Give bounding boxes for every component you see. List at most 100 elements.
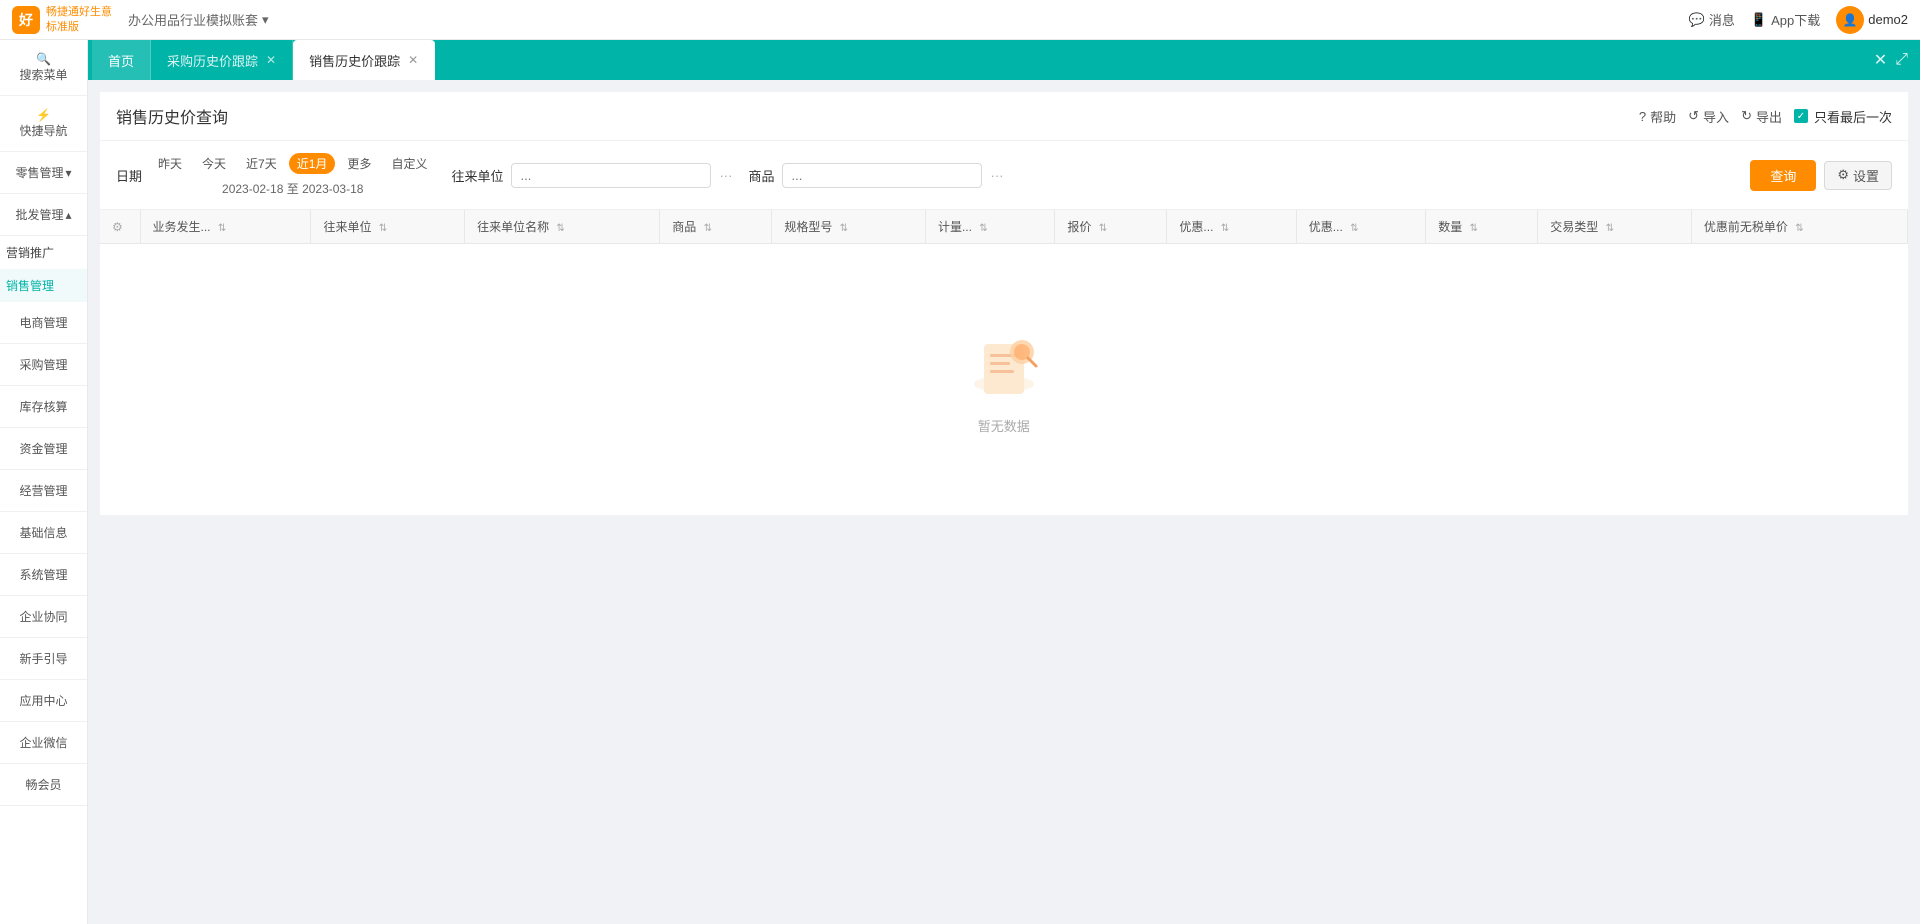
tab-purchase[interactable]: 采购历史价跟踪 ✕ — [151, 40, 293, 80]
date-btn-custom[interactable]: 自定义 — [383, 153, 435, 174]
date-btn-1month[interactable]: 近1月 — [289, 153, 336, 174]
date-range: 2023-02-18 至 2023-03-18 — [222, 180, 363, 197]
app-container: 好 畅捷通好生意 标准版 办公用品行业模拟账套 ▾ 💬 消息 📱 App下载 — [0, 0, 1920, 924]
query-button[interactable]: 查询 — [1750, 160, 1816, 191]
date-btn-yesterday[interactable]: 昨天 — [150, 153, 190, 174]
only-last-checkbox[interactable]: ✓ — [1794, 109, 1808, 123]
export-button[interactable]: ↻ 导出 — [1741, 107, 1782, 126]
tab-bar: 首页 采购历史价跟踪 ✕ 销售历史价跟踪 ✕ ✕ ⤢ — [88, 40, 1920, 80]
col-date-label: 业务发生... — [153, 220, 211, 234]
table-container: ⚙ 业务发生... ⇅ 往来单位 ⇅ — [100, 210, 1908, 515]
sidebar-item-quick[interactable]: ⚡ 快捷导航 — [0, 96, 87, 152]
content-area: 首页 采购历史价跟踪 ✕ 销售历史价跟踪 ✕ ✕ ⤢ — [88, 40, 1920, 924]
tab-home[interactable]: 首页 — [92, 40, 151, 80]
import-button[interactable]: ↺ 导入 — [1688, 107, 1729, 126]
table-header-row: ⚙ 业务发生... ⇅ 往来单位 ⇅ — [100, 210, 1908, 244]
sort-icon: ⇅ — [1350, 223, 1358, 234]
sidebar-item-purchase[interactable]: 采购管理 — [0, 344, 87, 386]
sidebar-item-sales[interactable]: 销售管理 — [0, 269, 87, 302]
partner-dots: ··· — [719, 168, 732, 183]
settings-icon: ⚙ — [1837, 167, 1849, 183]
sidebar-item-system[interactable]: 系统管理 — [0, 554, 87, 596]
user-menu[interactable]: 👤 demo2 — [1836, 6, 1908, 34]
sort-icon: ⇅ — [1795, 223, 1803, 234]
table-col-no-tax-price[interactable]: 优惠前无税单价 ⇅ — [1691, 210, 1907, 244]
only-last-checkbox-label[interactable]: ✓ 只看最后一次 — [1794, 107, 1892, 126]
search-icon: 🔍 — [36, 52, 51, 66]
empty-state-row: 暂无数据 — [100, 244, 1908, 516]
tab-spacer — [435, 40, 1866, 80]
sidebar-item-wechat[interactable]: 企业微信 — [0, 722, 87, 764]
date-filters: 昨天 今天 近7天 近1月 更多 自定义 2023-02-18 至 2023-0… — [150, 153, 435, 197]
sidebar-item-enterprise[interactable]: 企业协同 — [0, 596, 87, 638]
data-table: ⚙ 业务发生... ⇅ 往来单位 ⇅ — [100, 210, 1908, 515]
date-buttons: 昨天 今天 近7天 近1月 更多 自定义 — [150, 153, 435, 174]
date-btn-7days[interactable]: 近7天 — [238, 153, 285, 174]
logo-icon: 好 — [12, 6, 40, 34]
page-title: 销售历史价查询 — [116, 104, 228, 128]
sidebar-item-search[interactable]: 🔍 搜索菜单 — [0, 40, 87, 96]
table-col-unit[interactable]: 计量... ⇅ — [925, 210, 1054, 244]
empty-icon — [964, 324, 1044, 404]
sort-icon: ⇅ — [1470, 223, 1478, 234]
export-icon: ↻ — [1741, 108, 1752, 124]
sort-icon: ⇅ — [556, 223, 564, 234]
tab-sales[interactable]: 销售历史价跟踪 ✕ — [293, 40, 435, 80]
sort-icon: ⇅ — [840, 223, 848, 234]
table-col-quantity[interactable]: 数量 ⇅ — [1426, 210, 1538, 244]
logo-area: 好 畅捷通好生意 标准版 — [12, 5, 112, 34]
sidebar-item-newbie[interactable]: 新手引导 — [0, 638, 87, 680]
sort-icon: ⇅ — [704, 223, 712, 234]
tab-maximize-button[interactable]: ⤢ — [1895, 51, 1908, 69]
tab-close-all-button[interactable]: ✕ — [1874, 50, 1887, 70]
app-selector[interactable]: 办公用品行业模拟账套 ▾ — [120, 6, 277, 33]
sidebar-item-basic[interactable]: 基础信息 — [0, 512, 87, 554]
sort-icon: ⇅ — [1606, 223, 1614, 234]
help-button[interactable]: ? 帮助 — [1639, 107, 1676, 126]
filter-bar: 日期 昨天 今天 近7天 近1月 更多 自定义 202 — [100, 141, 1908, 210]
message-button[interactable]: 💬 消息 — [1689, 10, 1735, 29]
table-col-price[interactable]: 报价 ⇅ — [1055, 210, 1167, 244]
sidebar-item-member[interactable]: 畅会员 — [0, 764, 87, 806]
help-icon: ? — [1639, 109, 1646, 124]
empty-text: 暂无数据 — [978, 416, 1030, 435]
table-col-goods[interactable]: 商品 ⇅ — [660, 210, 772, 244]
sidebar-item-inventory[interactable]: 库存核算 — [0, 386, 87, 428]
top-bar: 好 畅捷通好生意 标准版 办公用品行业模拟账套 ▾ 💬 消息 📱 App下载 — [0, 0, 1920, 40]
sort-icon: ⇅ — [379, 223, 387, 234]
date-btn-more[interactable]: 更多 — [339, 153, 379, 174]
gear-icon[interactable]: ⚙ — [112, 220, 123, 234]
table-col-discount2[interactable]: 优惠... ⇅ — [1296, 210, 1425, 244]
table-col-partner-name[interactable]: 往来单位名称 ⇅ — [465, 210, 660, 244]
app-download-button[interactable]: 📱 App下载 — [1751, 10, 1820, 29]
tab-sales-close[interactable]: ✕ — [408, 53, 418, 67]
sidebar: 🔍 搜索菜单 ⚡ 快捷导航 零售管理 ▾ 批发管理 ▴ 营销推广 销售管理 — [0, 40, 88, 924]
date-btn-today[interactable]: 今天 — [194, 153, 234, 174]
empty-state: 暂无数据 — [100, 244, 1908, 515]
sidebar-item-wholesale[interactable]: 批发管理 ▴ — [0, 194, 87, 236]
sidebar-item-marketing[interactable]: 营销推广 — [0, 236, 87, 269]
sidebar-item-operation[interactable]: 经营管理 — [0, 470, 87, 512]
goods-input[interactable] — [782, 163, 982, 188]
table-col-partner-code[interactable]: 往来单位 ⇅ — [311, 210, 465, 244]
main-layout: 🔍 搜索菜单 ⚡ 快捷导航 零售管理 ▾ 批发管理 ▴ 营销推广 销售管理 — [0, 40, 1920, 924]
table-col-trade-type[interactable]: 交易类型 ⇅ — [1538, 210, 1692, 244]
partner-filter-group: 往来单位 ··· — [451, 163, 732, 188]
logo-text: 畅捷通好生意 标准版 — [46, 5, 112, 34]
date-filter-group: 日期 昨天 今天 近7天 近1月 更多 自定义 202 — [116, 153, 435, 197]
goods-dots: ··· — [990, 168, 1003, 183]
settings-button[interactable]: ⚙ 设置 — [1824, 161, 1892, 190]
sidebar-item-ecommerce[interactable]: 电商管理 — [0, 302, 87, 344]
table-col-spec[interactable]: 规格型号 ⇅ — [772, 210, 926, 244]
table-col-discount1[interactable]: 优惠... ⇅ — [1167, 210, 1296, 244]
top-bar-left: 好 畅捷通好生意 标准版 办公用品行业模拟账套 ▾ — [12, 5, 277, 34]
filter-right-actions: 查询 ⚙ 设置 — [1750, 160, 1892, 191]
sidebar-item-finance[interactable]: 资金管理 — [0, 428, 87, 470]
partner-input[interactable] — [511, 163, 711, 188]
sidebar-item-apps[interactable]: 应用中心 — [0, 680, 87, 722]
table-col-date[interactable]: 业务发生... ⇅ — [140, 210, 311, 244]
table-col-gear[interactable]: ⚙ — [100, 210, 140, 244]
chevron-down-icon: ▾ — [65, 166, 71, 180]
sidebar-item-retail[interactable]: 零售管理 ▾ — [0, 152, 87, 194]
tab-purchase-close[interactable]: ✕ — [266, 53, 276, 67]
